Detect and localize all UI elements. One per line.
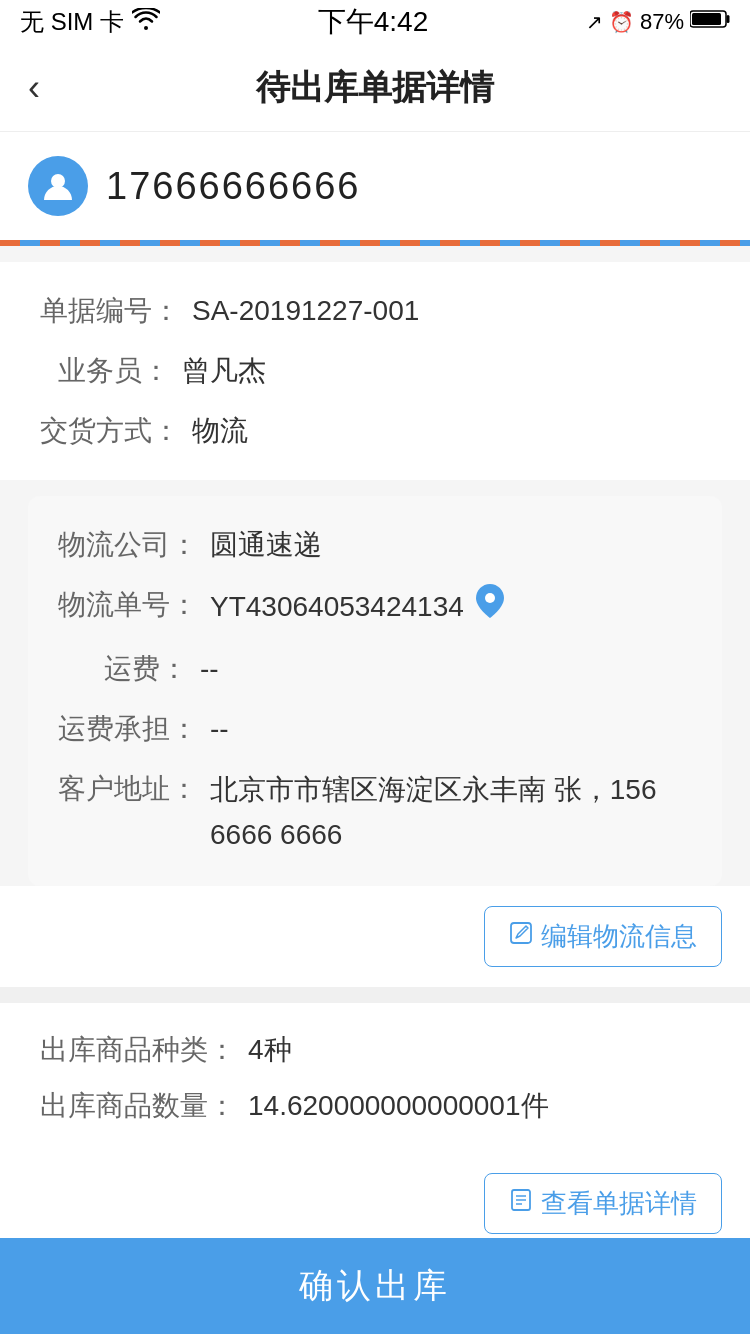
edit-logistics-label: 编辑物流信息 [541,919,697,954]
svg-rect-2 [692,13,721,25]
status-right: ↗ ⏰ 87% [586,9,730,35]
logistics-tracking-label: 物流单号： [58,584,198,626]
carrier-text: 无 SIM 卡 [20,6,124,38]
goods-quantity-value: 14.620000000000001件 [248,1087,549,1125]
goods-section: 出库商品种类： 4种 出库商品数量： 14.620000000000001件 [0,1003,750,1153]
svg-rect-5 [511,923,531,943]
view-detail-button[interactable]: 查看单据详情 [484,1173,722,1234]
freight-bearer-row: 运费承担： -- [58,708,692,750]
confirm-btn-area[interactable]: 确认出库 [0,1238,750,1334]
customer-header: 17666666666 [0,132,750,240]
goods-type-row: 出库商品种类： 4种 [40,1031,710,1069]
time-display: 下午4:42 [318,3,429,41]
order-info-section: 单据编号： SA-20191227-001 业务员： 曾凡杰 交货方式： 物流 [0,262,750,480]
svg-point-4 [485,593,495,603]
location-pin-icon[interactable] [476,584,504,630]
edit-logistics-button[interactable]: 编辑物流信息 [484,906,722,967]
nav-bar: ‹ 待出库单据详情 [0,44,750,132]
order-no-value: SA-20191227-001 [192,290,710,332]
delivery-row: 交货方式： 物流 [40,410,710,452]
salesman-value: 曾凡杰 [182,350,710,392]
freight-bearer-label: 运费承担： [58,708,198,750]
order-no-row: 单据编号： SA-20191227-001 [40,290,710,332]
page-title: 待出库单据详情 [256,65,494,111]
status-left: 无 SIM 卡 [20,6,160,38]
avatar [28,156,88,216]
freight-bearer-value: -- [210,708,692,750]
view-detail-label: 查看单据详情 [541,1186,697,1221]
order-no-label: 单据编号： [40,290,180,332]
document-icon [509,1188,533,1219]
freight-value: -- [200,648,692,690]
address-value: 北京市市辖区海淀区永丰南 张，156 6666 6666 [210,768,692,858]
dashed-divider [0,240,750,246]
back-button[interactable]: ‹ [28,67,40,109]
freight-label: 运费： [58,648,188,690]
logistics-tracking-value: YT43064053424134 [210,584,692,630]
location-arrow-icon: ↗ [586,10,603,34]
section-separator [0,987,750,1003]
address-row: 客户地址： 北京市市辖区海淀区永丰南 张，156 6666 6666 [58,768,692,858]
battery-text: 87% [640,9,684,35]
logistics-company-row: 物流公司： 圆通速递 [58,524,692,566]
edit-icon [509,921,533,952]
logistics-card: 物流公司： 圆通速递 物流单号： YT43064053424134 运费： --… [28,496,722,886]
svg-rect-1 [727,15,730,23]
salesman-row: 业务员： 曾凡杰 [40,350,710,392]
logistics-tracking-row: 物流单号： YT43064053424134 [58,584,692,630]
freight-row: 运费： -- [58,648,692,690]
battery-icon [690,9,730,35]
delivery-label: 交货方式： [40,410,180,452]
address-label: 客户地址： [58,768,198,810]
goods-type-label: 出库商品种类： [40,1031,236,1069]
logistics-company-value: 圆通速递 [210,524,692,566]
goods-type-value: 4种 [248,1031,292,1069]
logistics-company-label: 物流公司： [58,524,198,566]
status-bar: 无 SIM 卡 下午4:42 ↗ ⏰ 87% [0,0,750,44]
customer-phone: 17666666666 [106,165,360,208]
delivery-value: 物流 [192,410,710,452]
edit-logistics-area: 编辑物流信息 [0,886,750,987]
confirm-btn-text: 确认出库 [299,1263,451,1309]
clock-icon: ⏰ [609,10,634,34]
salesman-label: 业务员： [40,350,170,392]
goods-quantity-row: 出库商品数量： 14.620000000000001件 [40,1087,710,1125]
goods-quantity-label: 出库商品数量： [40,1087,236,1125]
svg-point-3 [51,174,65,188]
wifi-icon [132,8,160,36]
